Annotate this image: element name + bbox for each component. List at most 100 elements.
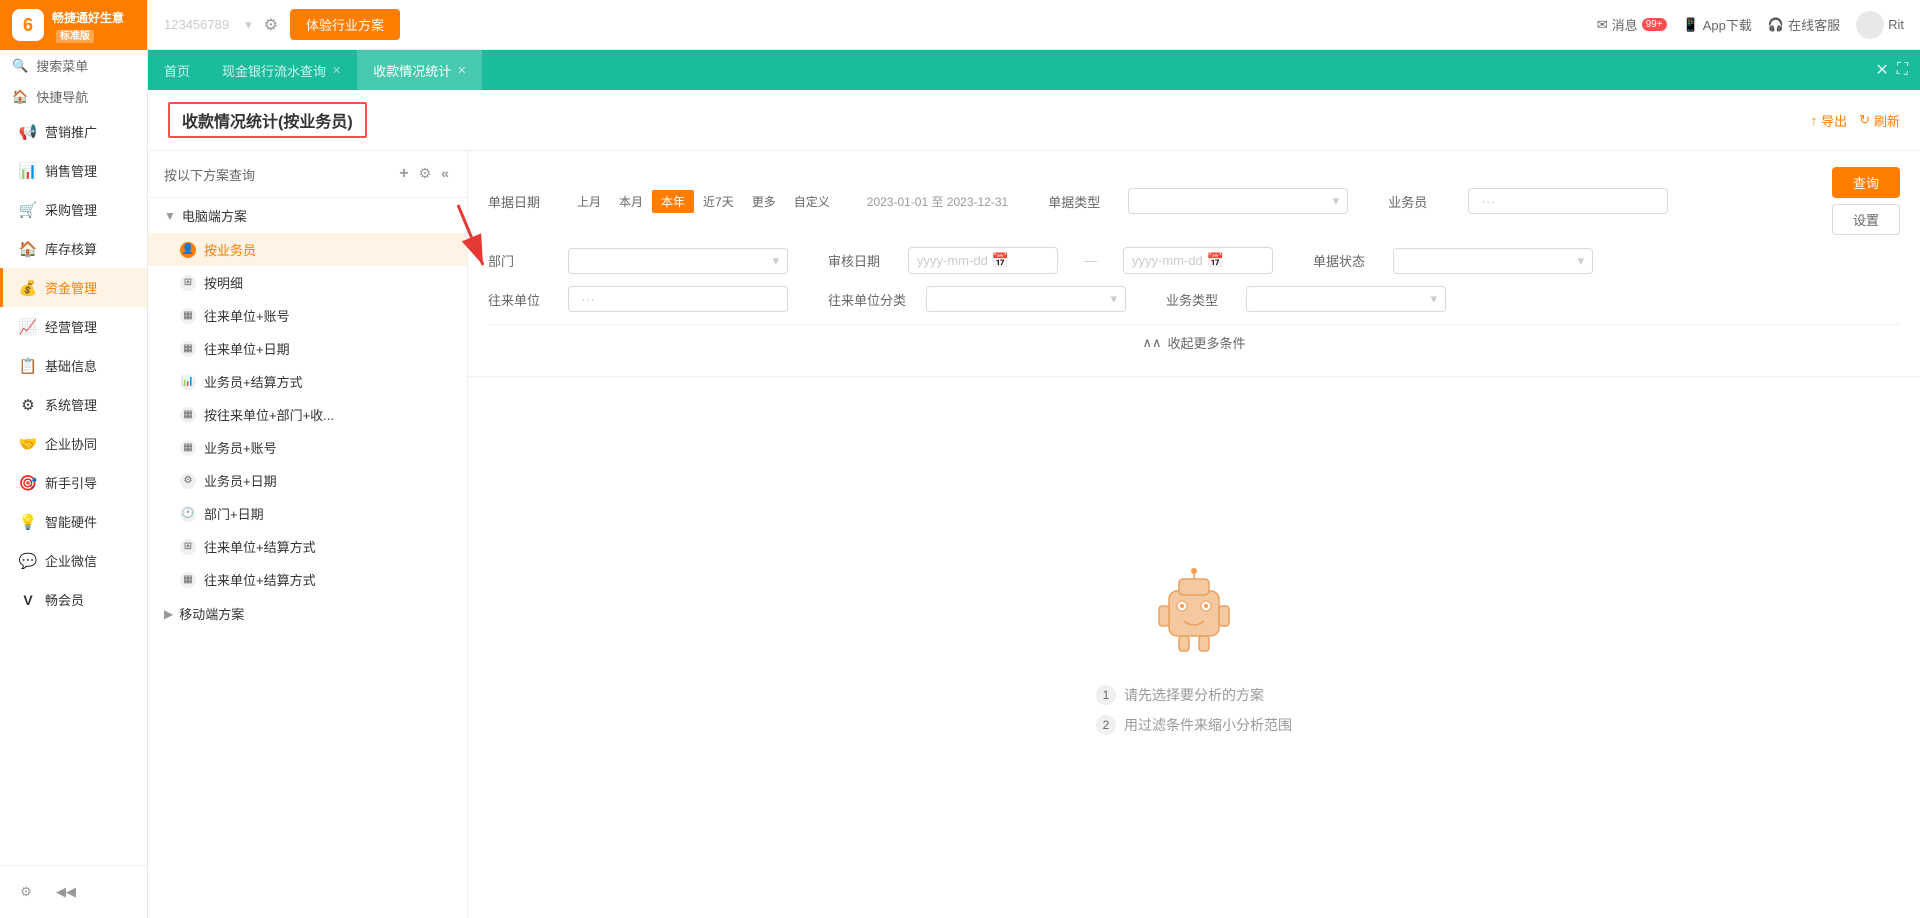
tab-close-all-icon[interactable]: ✕ [1875,60,1888,80]
business-type-arrow: ▾ [1430,291,1437,307]
plan-item-party-payment1[interactable]: ⊞ 往来单位+结算方式 [148,530,467,563]
user-info[interactable]: Rit [1856,11,1904,39]
voucher-type-arrow: ▾ [1333,193,1340,209]
plan-settings-icon[interactable]: ⚙ [417,163,434,185]
mobile-group-arrow: ▶ [164,607,173,621]
panel-collapse-icon[interactable]: « [439,163,451,185]
settings-gear-icon[interactable]: ⚙ [264,15,278,35]
add-plan-icon[interactable]: + [397,163,410,185]
voucher-status-arrow: ▾ [1577,253,1584,269]
counterparty-cat-label: 往来单位分类 [828,290,906,309]
sidebar-item-newbie[interactable]: 🎯 新手引导 [0,463,147,502]
salesperson-more-icon[interactable]: ··· [1481,193,1495,209]
sidebar-item-inventory[interactable]: 🏠 库存核算 [0,229,147,268]
date-tab-this-month[interactable]: 本月 [610,190,652,213]
sidebar-item-sales[interactable]: 📊 销售管理 [0,151,147,190]
sidebar-item-marketing[interactable]: 📢 营销推广 [0,112,147,151]
collapse-chevron-icon: ∧∧ [1142,335,1161,351]
filter-settings-btn[interactable]: 设置 [1832,204,1900,235]
message-btn[interactable]: ✉ 消息 99+ [1597,15,1667,34]
date-tab-custom[interactable]: 自定义 [785,190,839,213]
trial-btn[interactable]: 体验行业方案 [290,9,400,40]
review-date-label: 审核日期 [828,251,888,270]
system-icon: ⚙ [19,396,37,414]
review-date-start[interactable]: yyyy-mm-dd 📅 [908,247,1058,274]
plan-item-detail[interactable]: ⊞ 按明细 [148,266,467,299]
counterparty-cat-select[interactable]: ▾ [926,286,1126,312]
mobile-group-header[interactable]: ▶ 移动端方案 [148,596,467,631]
sidebar-item-hardware[interactable]: 💡 智能硬件 [0,502,147,541]
voucher-type-select[interactable]: ▾ [1128,188,1348,214]
sidebar-item-finance[interactable]: 💰 资金管理 [0,268,147,307]
marketing-icon: 📢 [19,123,37,141]
plan-icon-person: 👤 [180,242,196,258]
sidebar-item-purchase[interactable]: 🛒 采购管理 [0,190,147,229]
tab-home[interactable]: 首页 [148,50,206,90]
business-type-select[interactable]: ▾ [1246,286,1446,312]
empty-hint-1: 1 请先选择要分析的方案 [1096,685,1292,705]
collab-label: 企业协同 [45,434,97,453]
counterparty-more-icon[interactable]: ··· [581,291,595,307]
voucher-status-select[interactable]: ▾ [1393,248,1593,274]
newbie-icon: 🎯 [19,474,37,492]
quick-nav-item[interactable]: 🏠 快捷导航 [0,81,147,112]
plan-label-party-dept: 按往来单位+部门+收... [204,405,334,424]
plan-item-salesperson[interactable]: 👤 按业务员 [148,233,467,266]
weixin-icon: 💬 [19,552,37,570]
desktop-group-header[interactable]: ▼ 电脑端方案 [148,198,467,233]
plan-label-sales-date: 业务员+日期 [204,471,277,490]
counterparty-select[interactable]: ··· [568,286,788,312]
salesperson-select[interactable]: ··· [1468,188,1668,214]
empty-hints: 1 请先选择要分析的方案 2 用过滤条件来缩小分析范围 [1096,685,1292,745]
mobile-plans-group: ▶ 移动端方案 [148,596,467,631]
tab-cashflow[interactable]: 现金银行流水查询 ✕ [206,50,357,90]
settings-bottom-btn[interactable]: ⚙ [10,876,42,908]
sidebar-item-weixin[interactable]: 💬 企业微信 [0,541,147,580]
date-dash: — [1078,253,1103,268]
refresh-label: 刷新 [1874,111,1900,130]
search-menu-item[interactable]: 🔍 搜索菜单 [0,50,147,81]
sidebar-item-basic[interactable]: 📋 基础信息 [0,346,147,385]
date-tab-more[interactable]: 更多 [743,190,785,213]
desktop-group-arrow: ▼ [164,209,176,223]
inventory-icon: 🏠 [19,240,37,258]
plan-item-party-account[interactable]: ▦ 往来单位+账号 [148,299,467,332]
date-tab-last-month[interactable]: 上月 [568,190,610,213]
plan-item-party-dept[interactable]: ▦ 按往来单位+部门+收... [148,398,467,431]
sidebar-item-member[interactable]: V 畅会员 [0,580,147,619]
tab-maximize-icon[interactable]: ⛶ [1897,61,1908,79]
tab-payment-stats[interactable]: 收款情况统计 ✕ [357,50,482,90]
plan-icon-table1: ▦ [180,308,196,324]
refresh-btn[interactable]: ↻ 刷新 [1859,111,1900,130]
sidebar-item-system[interactable]: ⚙ 系统管理 [0,385,147,424]
export-btn[interactable]: ↑ 导出 [1811,111,1848,130]
plan-item-sales-payment[interactable]: 📊 业务员+结算方式 [148,365,467,398]
plan-item-sales-date[interactable]: ⚙ 业务员+日期 [148,464,467,497]
hint-num-2: 2 [1096,715,1116,735]
date-tab-this-year[interactable]: 本年 [652,190,694,213]
app-download-btn[interactable]: 📱 App下载 [1683,15,1752,34]
tabbar-right: ✕ ⛶ [1863,60,1920,80]
collapse-sidebar-btn[interactable]: ◀◀ [50,876,82,908]
query-btn[interactable]: 查询 [1832,167,1900,198]
online-service-btn[interactable]: 🎧 在线客服 [1768,15,1840,34]
sidebar-item-operations[interactable]: 📈 经营管理 [0,307,147,346]
empty-hint-2: 2 用过滤条件来缩小分析范围 [1096,715,1292,735]
dept-select[interactable]: ▾ [568,248,788,274]
weixin-label: 企业微信 [45,551,97,570]
sidebar-item-collab[interactable]: 🤝 企业协同 [0,424,147,463]
breadcrumb-dropdown-icon[interactable]: ▾ [245,17,252,33]
plan-item-party-date[interactable]: ▦ 往来单位+日期 [148,332,467,365]
tab-payment-stats-close[interactable]: ✕ [457,64,466,77]
collapse-more-btn[interactable]: ∧∧ 收起更多条件 [488,324,1900,360]
tab-cashflow-close[interactable]: ✕ [332,64,341,77]
date-tab-7days[interactable]: 近7天 [694,190,743,213]
review-date-end[interactable]: yyyy-mm-dd 📅 [1123,247,1273,274]
panel-header-label: 按以下方案查询 [164,165,255,184]
plan-item-dept-date[interactable]: 🕐 部门+日期 [148,497,467,530]
review-start-placeholder: yyyy-mm-dd [917,253,988,268]
tabbar: 首页 现金银行流水查询 ✕ 收款情况统计 ✕ ✕ ⛶ [148,50,1920,90]
plan-item-party-payment2[interactable]: ▦ 往来单位+结算方式 [148,563,467,596]
plan-item-sales-account[interactable]: ▦ 业务员+账号 [148,431,467,464]
sales-icon: 📊 [19,162,37,180]
